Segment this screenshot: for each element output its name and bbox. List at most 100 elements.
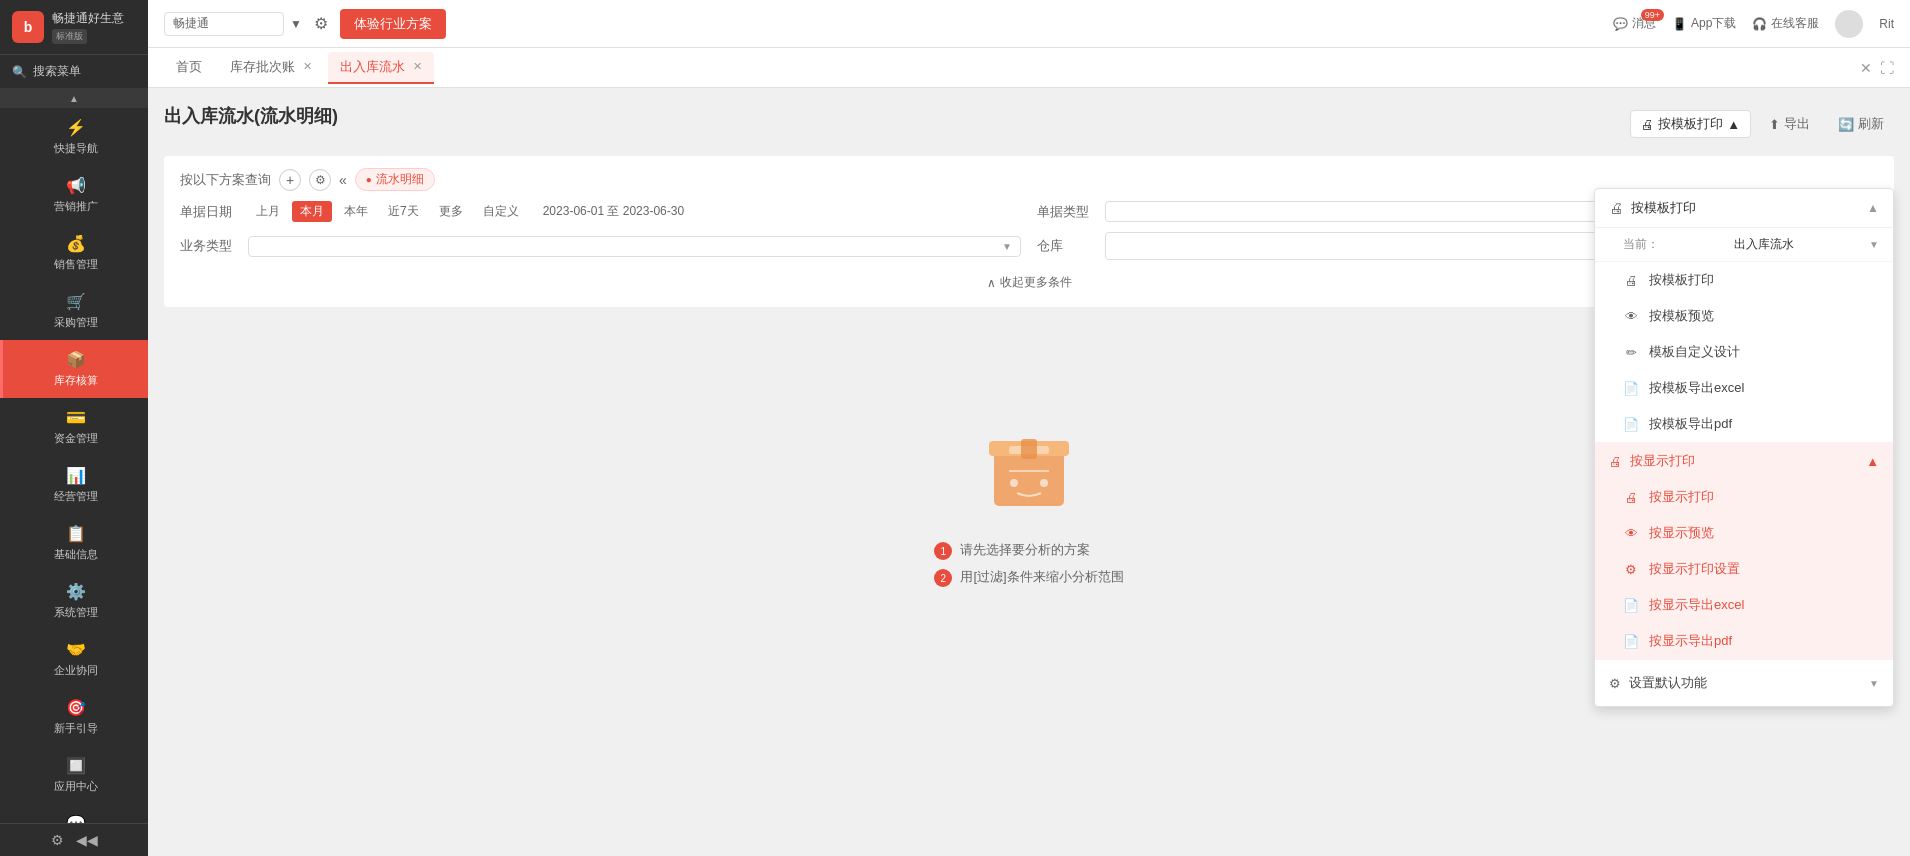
close-tab-icon[interactable]: ✕ [1860, 60, 1872, 76]
sidebar-item-wechat[interactable]: 💬 企业微信 [0, 804, 148, 823]
marketing-icon: 📢 [66, 176, 86, 195]
filter-add-btn[interactable]: + [279, 169, 301, 191]
svg-rect-3 [1021, 439, 1037, 459]
sidebar-search[interactable]: 🔍 搜索菜单 [0, 55, 148, 88]
industry-btn[interactable]: 体验行业方案 [340, 9, 446, 39]
template-export-excel-btn[interactable]: 📄 按模板导出excel [1595, 370, 1893, 406]
sidebar-item-guide[interactable]: 🎯 新手引导 [0, 688, 148, 746]
corp-label: 企业协同 [54, 663, 98, 678]
user-avatar[interactable] [1835, 10, 1863, 38]
tab-batch-account-close[interactable]: ✕ [303, 60, 312, 73]
display-preview-icon: 👁 [1623, 526, 1639, 541]
svg-point-6 [1040, 479, 1048, 487]
sidebar-item-quick-nav[interactable]: ⚡ 快捷导航 [0, 108, 148, 166]
dropdown-title: 按模板打印 [1631, 199, 1696, 217]
filter-setting-btn[interactable]: ⚙ [309, 169, 331, 191]
header-gear-icon[interactable]: ⚙ [314, 14, 328, 33]
template-excel-icon: 📄 [1623, 381, 1639, 396]
operations-label: 经营管理 [54, 489, 98, 504]
sidebar-item-finance[interactable]: 💳 资金管理 [0, 398, 148, 456]
tab-flow-close[interactable]: ✕ [413, 60, 422, 73]
display-print-settings-btn[interactable]: ⚙ 按显示打印设置 [1595, 551, 1893, 587]
sidebar-item-operations[interactable]: 📊 经营管理 [0, 456, 148, 514]
sidebar-search-label: 搜索菜单 [33, 63, 81, 80]
header-dropdown-btn[interactable]: ▼ [290, 17, 302, 31]
online-service-btn[interactable]: 🎧 在线客服 [1752, 15, 1819, 32]
basic-info-icon: 📋 [66, 524, 86, 543]
sidebar-item-app-center[interactable]: 🔲 应用中心 [0, 746, 148, 804]
tab-batch-account[interactable]: 库存批次账✕ [218, 52, 324, 84]
dropdown-current[interactable]: 当前： 出入库流水 ▼ [1595, 228, 1893, 262]
sidebar: b 畅捷通好生意 标准版 🔍 搜索菜单 ▲ ⚡ 快捷导航 📢 营销推广 💰 销售… [0, 0, 148, 856]
quick-nav-label: 快捷导航 [54, 141, 98, 156]
current-label: 当前： [1623, 236, 1659, 253]
template-preview-btn[interactable]: 👁 按模板预览 [1595, 298, 1893, 334]
filter-section-label: 按以下方案查询 [180, 171, 271, 189]
display-excel-icon: 📄 [1623, 598, 1639, 613]
filter-tag[interactable]: ● 流水明细 [355, 168, 435, 191]
template-print-icon: 🖨 [1623, 273, 1639, 288]
collapse-icon[interactable]: ◀◀ [76, 832, 98, 848]
print-dropdown-panel: 🖨 按模板打印 ▲ 当前： 出入库流水 ▼ 🖨 按模板打印 [1594, 188, 1894, 707]
tabs-bar: 首页库存批次账✕出入库流水✕ ✕ ⛶ [148, 48, 1910, 88]
username-label[interactable]: Rit [1879, 17, 1894, 31]
biz-type-label: 业务类型 [180, 237, 240, 255]
sidebar-item-inventory[interactable]: 📦 库存核算 [0, 340, 148, 398]
sales-icon: 💰 [66, 234, 86, 253]
page-content: 出入库流水(流水明细) 🖨 按模板打印 ▲ ⬆ 导出 🔄 刷新 [148, 88, 1910, 856]
basic-info-label: 基础信息 [54, 547, 98, 562]
template-custom-btn[interactable]: ✏ 模板自定义设计 [1595, 334, 1893, 370]
default-settings-btn[interactable]: ⚙ 设置默认功能 ▼ [1609, 668, 1879, 698]
warehouse-label: 仓库 [1037, 237, 1097, 255]
display-export-pdf-btn[interactable]: 📄 按显示导出pdf [1595, 623, 1893, 659]
print-template-btn[interactable]: 🖨 按模板打印 ▲ [1630, 110, 1751, 138]
display-export-excel-btn[interactable]: 📄 按显示导出excel [1595, 587, 1893, 623]
tab-home-label: 首页 [176, 58, 202, 76]
tab-flow[interactable]: 出入库流水✕ [328, 52, 434, 84]
header-search-input[interactable] [164, 12, 284, 36]
guide-icon: 🎯 [66, 698, 86, 717]
system-label: 系统管理 [54, 605, 98, 620]
tabs-right: ✕ ⛶ [1860, 60, 1894, 76]
tab-home[interactable]: 首页 [164, 52, 214, 84]
sidebar-nav: ▲ ⚡ 快捷导航 📢 营销推广 💰 销售管理 🛒 采购管理 📦 库存核算 💳 资… [0, 88, 148, 823]
date-opt-custom[interactable]: 自定义 [475, 201, 527, 222]
nav-scroll-up[interactable]: ▲ [0, 88, 148, 108]
template-print-btn[interactable]: 🖨 按模板打印 [1595, 262, 1893, 298]
sidebar-bottom: ⚙ ◀◀ [0, 823, 148, 856]
message-badge: 99+ [1641, 9, 1664, 21]
template-export-pdf-btn[interactable]: 📄 按模板导出pdf [1595, 406, 1893, 442]
top-header: ▼ ⚙ 体验行业方案 💬 消息 99+ 📱 App下载 🎧 在线客服 [148, 0, 1910, 48]
display-print-btn[interactable]: 🖨 按显示打印 [1595, 479, 1893, 515]
dropdown-header[interactable]: 🖨 按模板打印 ▲ [1595, 189, 1893, 228]
expand-icon[interactable]: ⛶ [1880, 60, 1894, 76]
biz-type-select[interactable]: ▼ [248, 236, 1021, 257]
display-print-header[interactable]: 🖨 按显示打印 ▲ [1595, 443, 1893, 479]
export-btn[interactable]: ⬆ 导出 [1759, 111, 1820, 137]
sidebar-item-basic-info[interactable]: 📋 基础信息 [0, 514, 148, 572]
message-btn[interactable]: 💬 消息 99+ [1613, 15, 1656, 32]
settings-icon[interactable]: ⚙ [51, 832, 64, 848]
tabs-container: 首页库存批次账✕出入库流水✕ [164, 52, 434, 84]
sidebar-item-system[interactable]: ⚙️ 系统管理 [0, 572, 148, 630]
header-right: 💬 消息 99+ 📱 App下载 🎧 在线客服 Rit [1613, 10, 1894, 38]
display-print-header-icon: 🖨 [1609, 454, 1622, 469]
display-preview-btn[interactable]: 👁 按显示预览 [1595, 515, 1893, 551]
date-opt-this-year[interactable]: 本年 [336, 201, 376, 222]
date-opt-more[interactable]: 更多 [431, 201, 471, 222]
refresh-btn[interactable]: 🔄 刷新 [1828, 111, 1894, 137]
dropdown-toggle-icon: ▲ [1867, 201, 1879, 215]
date-opt-last-7[interactable]: 近7天 [380, 201, 427, 222]
sidebar-item-corp[interactable]: 🤝 企业协同 [0, 630, 148, 688]
sidebar-item-purchase[interactable]: 🛒 采购管理 [0, 282, 148, 340]
date-opt-this-month[interactable]: 本月 [292, 201, 332, 222]
biz-type-chevron-icon: ▼ [1002, 241, 1012, 252]
filter-collapse-btn[interactable]: « [339, 172, 347, 188]
sidebar-item-sales[interactable]: 💰 销售管理 [0, 224, 148, 282]
template-custom-icon: ✏ [1623, 345, 1639, 360]
date-opt-prev-month[interactable]: 上月 [248, 201, 288, 222]
current-arrow-icon: ▼ [1869, 239, 1879, 250]
finance-icon: 💳 [66, 408, 86, 427]
app-download-btn[interactable]: 📱 App下载 [1672, 15, 1736, 32]
sidebar-item-marketing[interactable]: 📢 营销推广 [0, 166, 148, 224]
